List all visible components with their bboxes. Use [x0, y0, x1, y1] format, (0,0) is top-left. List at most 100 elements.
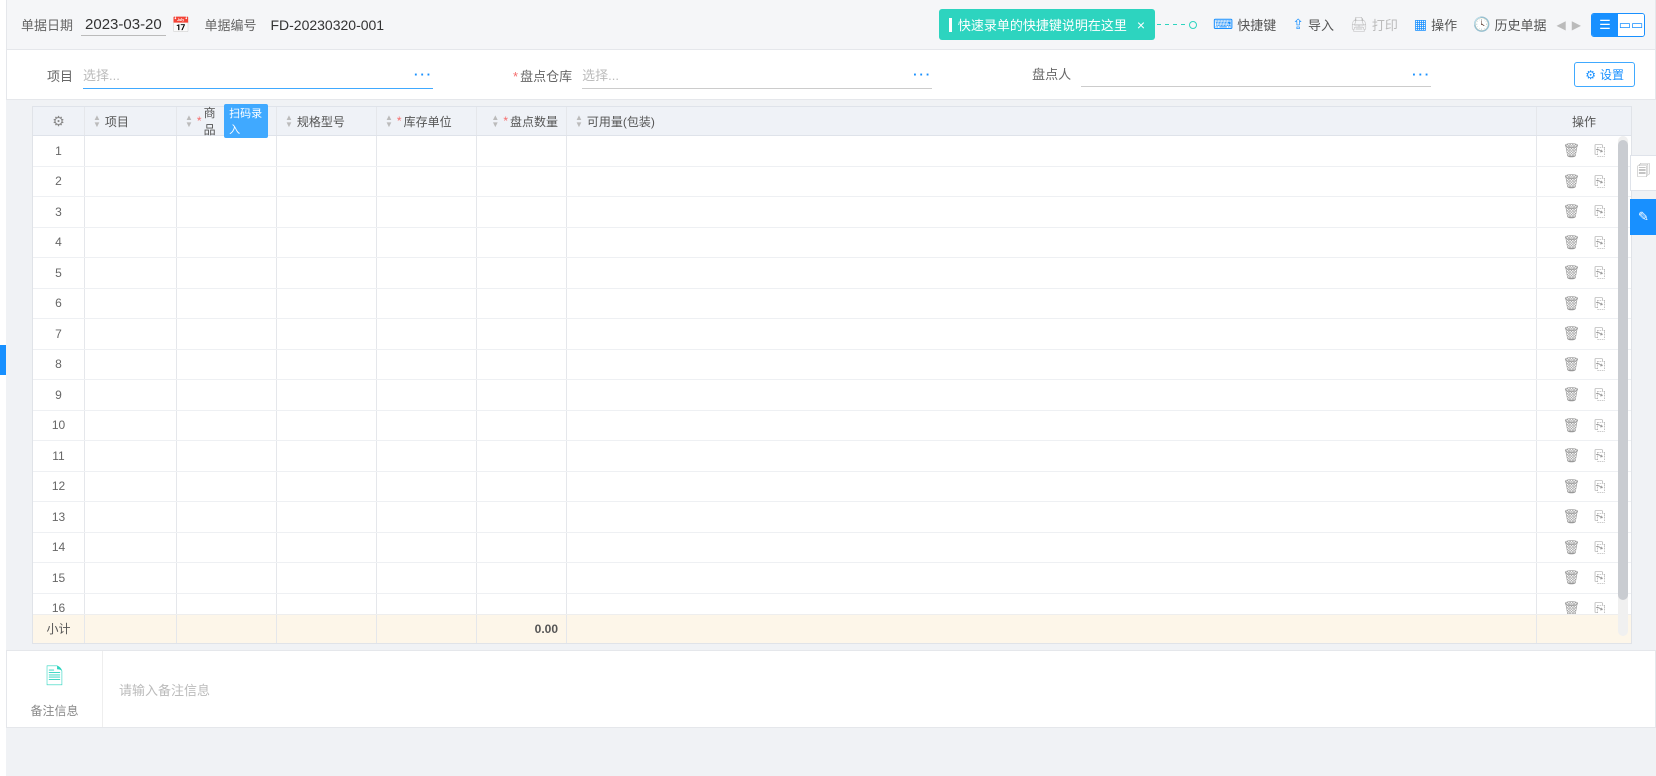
delete-icon[interactable]: 🗑: [1563, 325, 1581, 342]
cell-qty[interactable]: [477, 563, 567, 593]
cell-product[interactable]: [177, 319, 277, 349]
cell-unit[interactable]: [377, 380, 477, 410]
doc-date-value[interactable]: 2023-03-20: [81, 14, 166, 36]
table-row[interactable]: 1🗑⎘: [33, 136, 1631, 167]
cell-project[interactable]: [85, 563, 177, 593]
delete-icon[interactable]: 🗑: [1563, 417, 1581, 434]
cell-spec[interactable]: [277, 472, 377, 502]
table-row[interactable]: 3🗑⎘: [33, 197, 1631, 228]
cell-spec[interactable]: [277, 228, 377, 258]
delete-icon[interactable]: 🗑: [1563, 386, 1581, 403]
cell-spec[interactable]: [277, 563, 377, 593]
delete-icon[interactable]: 🗑: [1563, 356, 1581, 373]
add-row-icon[interactable]: ⎘: [1594, 569, 1605, 586]
cell-product[interactable]: [177, 350, 277, 380]
cell-qty[interactable]: [477, 350, 567, 380]
table-row[interactable]: 9🗑⎘: [33, 380, 1631, 411]
add-row-icon[interactable]: ⎘: [1594, 386, 1605, 403]
shortcut-button[interactable]: ⌨ 快捷键: [1213, 15, 1276, 34]
cell-unit[interactable]: [377, 594, 477, 614]
list-view-button[interactable]: ☰: [1592, 14, 1618, 36]
add-row-icon[interactable]: ⎘: [1594, 203, 1605, 220]
cell-spec[interactable]: [277, 136, 377, 166]
add-row-icon[interactable]: ⎘: [1594, 539, 1605, 556]
cell-project[interactable]: [85, 350, 177, 380]
add-row-icon[interactable]: ⎘: [1594, 173, 1605, 190]
scan-badge[interactable]: 扫码录入: [224, 104, 268, 138]
cell-unit[interactable]: [377, 289, 477, 319]
delete-icon[interactable]: 🗑: [1563, 203, 1581, 220]
close-icon[interactable]: ×: [1137, 17, 1145, 33]
cell-product[interactable]: [177, 197, 277, 227]
cell-product[interactable]: [177, 289, 277, 319]
cell-project[interactable]: [85, 380, 177, 410]
cell-avail[interactable]: [567, 472, 1537, 502]
cell-project[interactable]: [85, 502, 177, 532]
delete-icon[interactable]: 🗑: [1563, 264, 1581, 281]
cell-spec[interactable]: [277, 258, 377, 288]
cell-qty[interactable]: [477, 472, 567, 502]
cell-product[interactable]: [177, 258, 277, 288]
cell-spec[interactable]: [277, 167, 377, 197]
cell-avail[interactable]: [567, 228, 1537, 258]
cell-spec[interactable]: [277, 289, 377, 319]
cell-spec[interactable]: [277, 533, 377, 563]
cell-unit[interactable]: [377, 136, 477, 166]
delete-icon[interactable]: 🗑: [1563, 478, 1581, 495]
cell-spec[interactable]: [277, 502, 377, 532]
cell-spec[interactable]: [277, 441, 377, 471]
cell-product[interactable]: [177, 594, 277, 614]
add-row-icon[interactable]: ⎘: [1594, 478, 1605, 495]
delete-icon[interactable]: 🗑: [1563, 234, 1581, 251]
add-row-icon[interactable]: ⎘: [1594, 295, 1605, 312]
cell-unit[interactable]: [377, 228, 477, 258]
table-row[interactable]: 12🗑⎘: [33, 472, 1631, 503]
cell-project[interactable]: [85, 441, 177, 471]
cell-avail[interactable]: [567, 502, 1537, 532]
cell-spec[interactable]: [277, 411, 377, 441]
table-row[interactable]: 8🗑⎘: [33, 350, 1631, 381]
table-row[interactable]: 7🗑⎘: [33, 319, 1631, 350]
project-select[interactable]: 选择... ···: [83, 61, 433, 89]
cell-project[interactable]: [85, 411, 177, 441]
history-button[interactable]: 🕓 历史单据: [1473, 15, 1546, 34]
cell-unit[interactable]: [377, 533, 477, 563]
cell-qty[interactable]: [477, 197, 567, 227]
th-unit[interactable]: ▲▼*库存单位: [377, 107, 477, 135]
add-row-icon[interactable]: ⎘: [1594, 234, 1605, 251]
table-row[interactable]: 11🗑⎘: [33, 441, 1631, 472]
cell-project[interactable]: [85, 197, 177, 227]
th-spec[interactable]: ▲▼规格型号: [277, 107, 377, 135]
more-icon[interactable]: ···: [1412, 67, 1431, 82]
card-view-button[interactable]: ▭▭: [1618, 14, 1644, 36]
cell-product[interactable]: [177, 411, 277, 441]
delete-icon[interactable]: 🗑: [1563, 173, 1581, 190]
cell-unit[interactable]: [377, 167, 477, 197]
add-row-icon[interactable]: ⎘: [1594, 142, 1605, 159]
cell-qty[interactable]: [477, 319, 567, 349]
cell-unit[interactable]: [377, 502, 477, 532]
th-qty[interactable]: ▲▼*盘点数量: [477, 107, 567, 135]
calendar-icon[interactable]: 📅: [172, 16, 191, 34]
table-row[interactable]: 4🗑⎘: [33, 228, 1631, 259]
cell-avail[interactable]: [567, 533, 1537, 563]
cell-product[interactable]: [177, 228, 277, 258]
cell-project[interactable]: [85, 228, 177, 258]
cell-spec[interactable]: [277, 197, 377, 227]
cell-avail[interactable]: [567, 319, 1537, 349]
add-row-icon[interactable]: ⎘: [1594, 264, 1605, 281]
th-product[interactable]: ▲▼*商品扫码录入: [177, 107, 277, 135]
cell-avail[interactable]: [567, 350, 1537, 380]
th-avail[interactable]: ▲▼可用量(包装): [567, 107, 1537, 135]
gear-icon[interactable]: ⚙: [52, 113, 65, 130]
cell-qty[interactable]: [477, 167, 567, 197]
cell-product[interactable]: [177, 136, 277, 166]
table-row[interactable]: 15🗑⎘: [33, 563, 1631, 594]
cell-qty[interactable]: [477, 136, 567, 166]
delete-icon[interactable]: 🗑: [1563, 508, 1581, 525]
cell-avail[interactable]: [567, 258, 1537, 288]
print-button[interactable]: 🖨 打印: [1350, 15, 1398, 34]
table-row[interactable]: 6🗑⎘: [33, 289, 1631, 320]
more-icon[interactable]: ···: [414, 67, 433, 82]
cell-project[interactable]: [85, 533, 177, 563]
